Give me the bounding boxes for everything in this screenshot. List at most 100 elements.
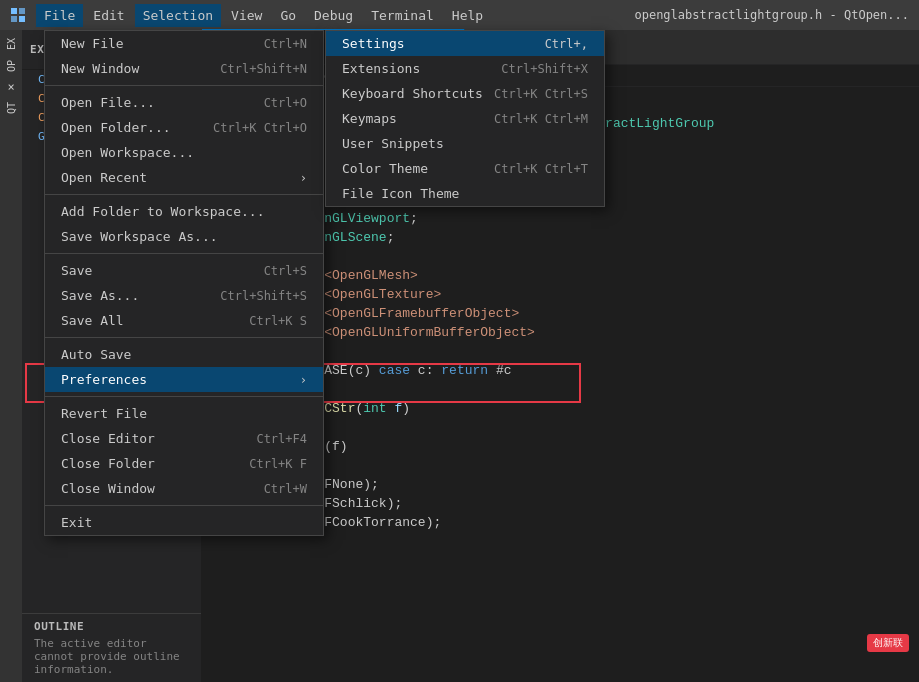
menu-close-window[interactable]: Close Window Ctrl+W: [45, 476, 323, 501]
new-file-label: New File: [61, 36, 264, 51]
file-icon-theme-label: File Icon Theme: [342, 186, 588, 201]
menu-new-file[interactable]: New File Ctrl+N: [45, 31, 323, 56]
menu-preferences[interactable]: Preferences ›: [45, 367, 323, 392]
sep1: [45, 85, 323, 86]
sep3: [45, 253, 323, 254]
submenu-settings[interactable]: Settings Ctrl+,: [326, 31, 604, 56]
menu-view[interactable]: View: [223, 4, 270, 27]
save-label: Save: [61, 263, 264, 278]
menu-open-folder[interactable]: Open Folder... Ctrl+K Ctrl+O: [45, 115, 323, 140]
menu-exit[interactable]: Exit: [45, 510, 323, 535]
watermark: 创新联: [867, 634, 909, 652]
activity-qt[interactable]: QT: [4, 98, 19, 118]
submenu-snippets[interactable]: User Snippets: [326, 131, 604, 156]
menu-open-file[interactable]: Open File... Ctrl+O: [45, 90, 323, 115]
keymaps-label: Keymaps: [342, 111, 494, 126]
open-file-label: Open File...: [61, 95, 264, 110]
menu-close-editor[interactable]: Close Editor Ctrl+F4: [45, 426, 323, 451]
preferences-arrow: ›: [300, 373, 307, 387]
sep2: [45, 194, 323, 195]
svg-rect-0: [11, 8, 17, 14]
open-workspace-label: Open Workspace...: [61, 145, 307, 160]
submenu-file-icon-theme[interactable]: File Icon Theme: [326, 181, 604, 206]
activity-explorer[interactable]: EX: [4, 34, 19, 54]
submenu-keymaps[interactable]: Keymaps Ctrl+K Ctrl+M: [326, 106, 604, 131]
file-menu-dropdown: New File Ctrl+N New Window Ctrl+Shift+N …: [44, 30, 324, 536]
menu-add-folder[interactable]: Add Folder to Workspace...: [45, 199, 323, 224]
close-editor-shortcut: Ctrl+F4: [256, 432, 307, 446]
menu-open-workspace[interactable]: Open Workspace...: [45, 140, 323, 165]
preferences-label: Preferences: [61, 372, 300, 387]
watermark-text: 创新联: [873, 637, 903, 648]
open-folder-shortcut: Ctrl+K Ctrl+O: [213, 121, 307, 135]
menu-edit[interactable]: Edit: [85, 4, 132, 27]
activity-close[interactable]: ×: [5, 78, 16, 96]
save-shortcut: Ctrl+S: [264, 264, 307, 278]
menu-help[interactable]: Help: [444, 4, 491, 27]
menu-save-all[interactable]: Save All Ctrl+K S: [45, 308, 323, 333]
settings-label: Settings: [342, 36, 545, 51]
snippets-label: User Snippets: [342, 136, 588, 151]
settings-shortcut: Ctrl+,: [545, 37, 588, 51]
menu-save[interactable]: Save Ctrl+S: [45, 258, 323, 283]
menu-save-workspace[interactable]: Save Workspace As...: [45, 224, 323, 249]
new-window-shortcut: Ctrl+Shift+N: [220, 62, 307, 76]
keyboard-label: Keyboard Shortcuts: [342, 86, 494, 101]
menu-file[interactable]: File: [36, 4, 83, 27]
keyboard-shortcut: Ctrl+K Ctrl+S: [494, 87, 588, 101]
app-icon: [10, 7, 26, 23]
save-as-label: Save As...: [61, 288, 220, 303]
menu-open-recent[interactable]: Open Recent ›: [45, 165, 323, 190]
open-folder-label: Open Folder...: [61, 120, 213, 135]
preferences-submenu: Settings Ctrl+, Extensions Ctrl+Shift+X …: [325, 30, 605, 207]
save-workspace-label: Save Workspace As...: [61, 229, 307, 244]
activity-op[interactable]: OP: [4, 56, 19, 76]
svg-rect-3: [19, 16, 25, 22]
extensions-shortcut: Ctrl+Shift+X: [501, 62, 588, 76]
save-all-shortcut: Ctrl+K S: [249, 314, 307, 328]
close-window-shortcut: Ctrl+W: [264, 482, 307, 496]
submenu-color-theme[interactable]: Color Theme Ctrl+K Ctrl+T: [326, 156, 604, 181]
new-file-shortcut: Ctrl+N: [264, 37, 307, 51]
submenu-keyboard[interactable]: Keyboard Shortcuts Ctrl+K Ctrl+S: [326, 81, 604, 106]
menu-debug[interactable]: Debug: [306, 4, 361, 27]
color-theme-label: Color Theme: [342, 161, 494, 176]
menu-new-window[interactable]: New Window Ctrl+Shift+N: [45, 56, 323, 81]
exit-label: Exit: [61, 515, 307, 530]
menu-auto-save[interactable]: Auto Save: [45, 342, 323, 367]
menu-go[interactable]: Go: [272, 4, 304, 27]
sep5: [45, 396, 323, 397]
close-folder-shortcut: Ctrl+K F: [249, 457, 307, 471]
save-all-label: Save All: [61, 313, 249, 328]
extensions-label: Extensions: [342, 61, 501, 76]
open-file-shortcut: Ctrl+O: [264, 96, 307, 110]
sep6: [45, 505, 323, 506]
menu-terminal[interactable]: Terminal: [363, 4, 442, 27]
close-editor-label: Close Editor: [61, 431, 256, 446]
revert-file-label: Revert File: [61, 406, 307, 421]
menu-close-folder[interactable]: Close Folder Ctrl+K F: [45, 451, 323, 476]
menu-save-as[interactable]: Save As... Ctrl+Shift+S: [45, 283, 323, 308]
outline-section: OUTLINE The active editor cannot provide…: [22, 613, 201, 682]
outline-info: The active editor cannot provide outline…: [34, 637, 189, 676]
sep4: [45, 337, 323, 338]
add-folder-label: Add Folder to Workspace...: [61, 204, 307, 219]
keymaps-shortcut: Ctrl+K Ctrl+M: [494, 112, 588, 126]
auto-save-label: Auto Save: [61, 347, 307, 362]
close-folder-label: Close Folder: [61, 456, 249, 471]
title-bar: File Edit Selection View Go Debug Termin…: [0, 0, 919, 30]
color-theme-shortcut: Ctrl+K Ctrl+T: [494, 162, 588, 176]
svg-rect-1: [19, 8, 25, 14]
save-as-shortcut: Ctrl+Shift+S: [220, 289, 307, 303]
svg-rect-2: [11, 16, 17, 22]
activity-bar: EX OP × QT: [0, 30, 22, 682]
menu-revert-file[interactable]: Revert File: [45, 401, 323, 426]
submenu-extensions[interactable]: Extensions Ctrl+Shift+X: [326, 56, 604, 81]
close-window-label: Close Window: [61, 481, 264, 496]
new-window-label: New Window: [61, 61, 220, 76]
menu-bar: File Edit Selection View Go Debug Termin…: [10, 4, 491, 27]
window-title: openglabstractlightgroup.h - QtOpen...: [634, 8, 909, 22]
menu-selection[interactable]: Selection: [135, 4, 221, 27]
outline-title: OUTLINE: [34, 620, 189, 633]
open-recent-label: Open Recent: [61, 170, 300, 185]
